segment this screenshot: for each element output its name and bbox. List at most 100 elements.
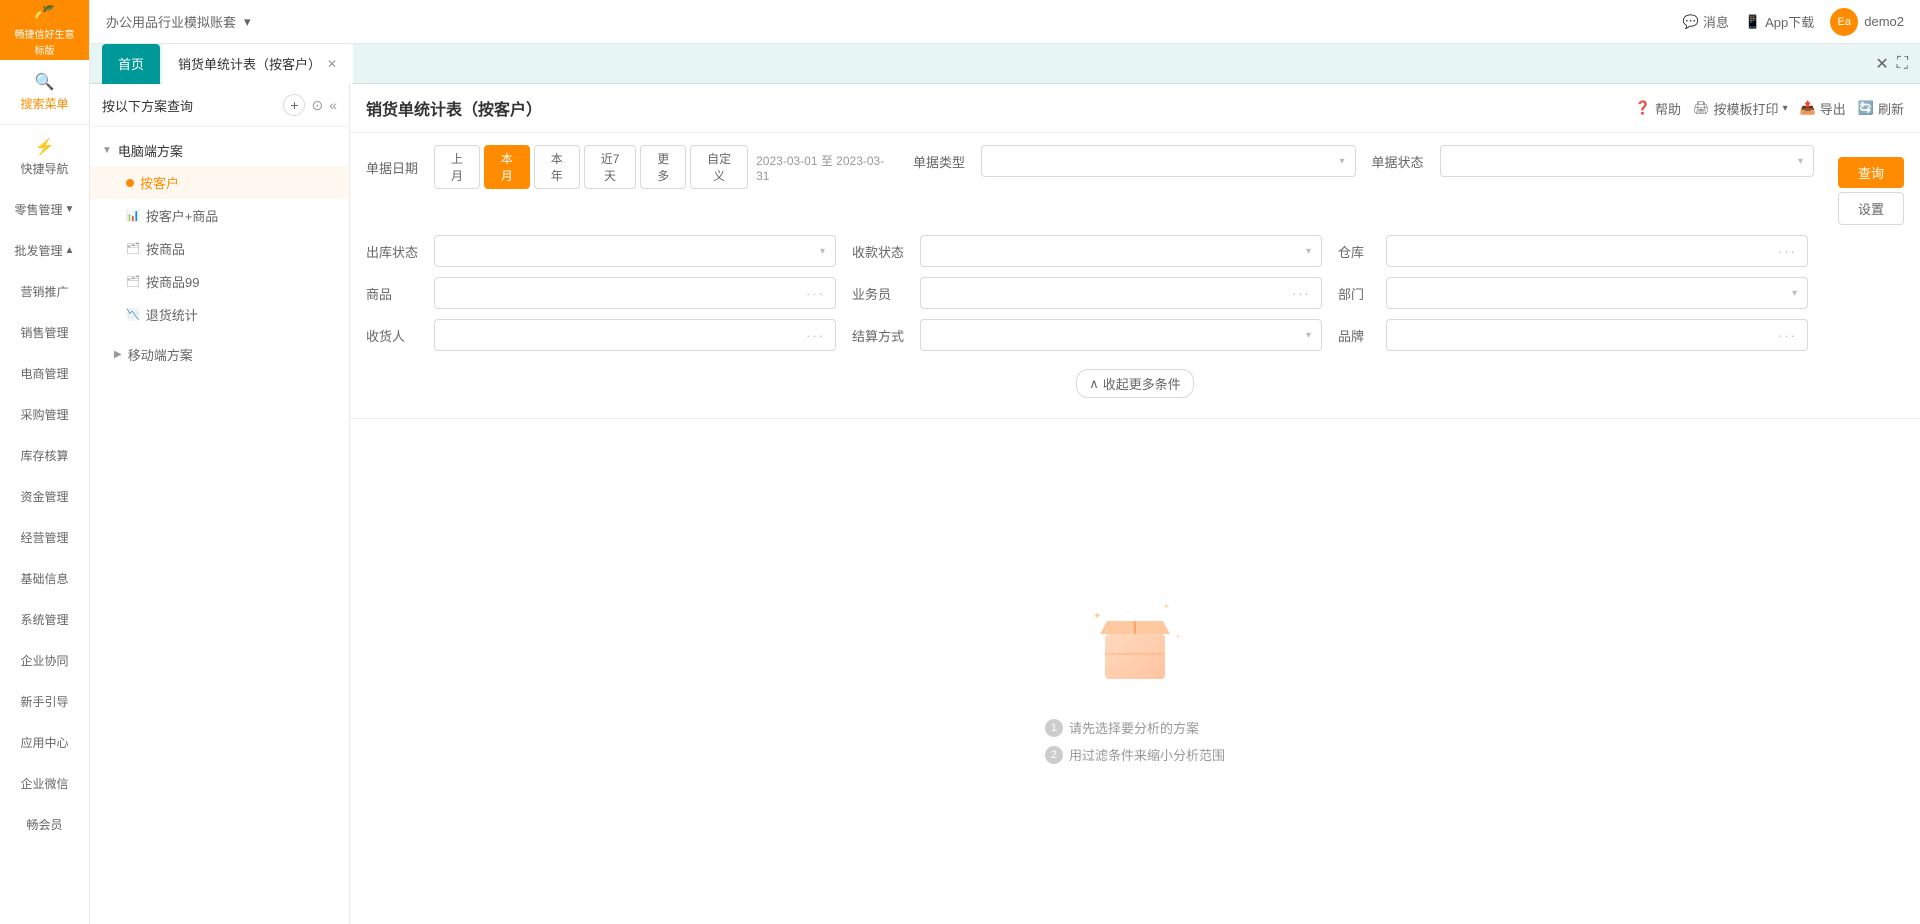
left-panel-title: 按以下方案查询	[102, 96, 193, 115]
settings-btn[interactable]: 设置	[1838, 192, 1904, 225]
page-actions: ❓ 帮助 🖨 按模板打印 ▾ 📤 导出 🔄 刷新	[1635, 99, 1904, 118]
enterprise-label: 企业协同	[20, 652, 68, 669]
export-icon: 📤	[1800, 100, 1816, 116]
sidebar-item-quick-nav[interactable]: ⚡ 快捷导航	[0, 125, 90, 189]
app-logo: 🍊 畅捷信好生意 标版	[0, 0, 90, 60]
collect-status-select[interactable]: ▾	[920, 235, 1322, 267]
sidebar-item-apps[interactable]: 应用中心	[0, 722, 90, 763]
empty-state: ✦ ✦ ✦ 1 请先选择要分析的方案 2 用过滤条件来缩小分析范围	[350, 419, 1920, 924]
sidebar-item-enterprise[interactable]: 企业协同	[0, 640, 90, 681]
date-custom-btn[interactable]: 自定义	[690, 145, 748, 189]
scheme-item-customer-product[interactable]: 📊 按客户+商品	[90, 199, 349, 232]
date-this-month-btn[interactable]: 本月	[484, 145, 530, 189]
tab-close-icon[interactable]: ✕	[327, 57, 337, 71]
svg-text:✦: ✦	[1093, 611, 1101, 622]
warehouse-dots: ···	[1778, 244, 1797, 259]
app-sub-label: 标版	[35, 42, 55, 57]
wechat-label: 企业微信	[20, 775, 68, 792]
help-label: 帮助	[1655, 99, 1681, 118]
top-header: 办公用品行业模拟账套 ▾ 💬 消息 📱 App下载 Ea demo2	[90, 0, 1920, 44]
settle-method-select[interactable]: ▾	[920, 319, 1322, 351]
mobile-scheme-label: 移动端方案	[128, 345, 193, 364]
sidebar: 🍊 畅捷信好生意 标版 🔍 搜索菜单 ⚡ 快捷导航 零售管理 ▼ 批发管理 ▲ …	[0, 0, 90, 924]
content-area: 按以下方案查询 + ⊙ « ▼ 电脑端方案 按客户 📊 按客户	[90, 84, 1920, 924]
inventory-label: 库存核算	[20, 447, 68, 464]
sidebar-item-basic[interactable]: 基础信息	[0, 558, 90, 599]
receiver-select[interactable]: ···	[434, 319, 836, 351]
goods-select[interactable]: ···	[434, 277, 836, 309]
tab-close-window-icon[interactable]: ✕	[1875, 54, 1888, 74]
header-right: 💬 消息 📱 App下载 Ea demo2	[1683, 8, 1904, 36]
right-content: 销货单统计表（按客户） ❓ 帮助 🖨 按模板打印 ▾ 📤 导出	[350, 84, 1920, 924]
by-product-99-icon: 🗂	[126, 275, 140, 288]
warehouse-select[interactable]: ···	[1386, 235, 1808, 267]
tab-fullscreen-icon[interactable]: ⛶	[1897, 55, 1908, 73]
sidebar-item-finance[interactable]: 资金管理	[0, 476, 90, 517]
return-label: 退货统计	[146, 305, 198, 324]
tab-home[interactable]: 首页	[102, 44, 160, 84]
export-btn[interactable]: 📤 导出	[1800, 99, 1846, 118]
collapse-panel-btn[interactable]: «	[329, 97, 337, 113]
page-title-bar: 销货单统计表（按客户） ❓ 帮助 🖨 按模板打印 ▾ 📤 导出	[350, 84, 1920, 133]
salesperson-select[interactable]: ···	[920, 277, 1322, 309]
desktop-scheme-section: ▼ 电脑端方案 按客户 📊 按客户+商品 🗂 按商品 🗂 按商品99	[90, 127, 349, 339]
order-status-arrow: ▾	[1798, 156, 1803, 167]
sidebar-item-wechat[interactable]: 企业微信	[0, 763, 90, 804]
brand-select[interactable]: ···	[1386, 319, 1808, 351]
out-status-select[interactable]: ▾	[434, 235, 836, 267]
date-last-month-btn[interactable]: 上月	[434, 145, 480, 189]
goods-dots: ···	[806, 286, 825, 301]
sidebar-item-marketing[interactable]: 营销推广	[0, 271, 90, 312]
sidebar-item-vip[interactable]: 畅会员	[0, 804, 90, 845]
quick-nav-icon: ⚡	[35, 137, 55, 157]
tab-sales-stat[interactable]: 销货单统计表（按客户） ✕	[162, 44, 353, 84]
add-scheme-btn[interactable]: +	[283, 94, 305, 116]
by-product-label: 按商品	[146, 239, 185, 258]
print-btn[interactable]: 🖨 按模板打印 ▾	[1693, 99, 1788, 118]
export-label: 导出	[1820, 99, 1846, 118]
sales-label: 销售管理	[20, 324, 68, 341]
tab-bar: 首页 销货单统计表（按客户） ✕ ✕ ⛶	[90, 44, 1920, 84]
query-btn[interactable]: 查询	[1838, 157, 1904, 188]
date-last-7-btn[interactable]: 近7天	[584, 145, 637, 189]
search-nav-label: 搜索菜单	[20, 95, 68, 112]
scheme-item-by-product-99[interactable]: 🗂 按商品99	[90, 265, 349, 298]
refresh-btn[interactable]: 🔄 刷新	[1858, 99, 1904, 118]
scheme-item-return[interactable]: 📉 退货统计	[90, 298, 349, 331]
user-info[interactable]: Ea demo2	[1830, 8, 1904, 36]
sidebar-item-guide[interactable]: 新手引导	[0, 681, 90, 722]
collapse-row: ∧ 收起更多条件	[366, 361, 1904, 406]
logo-icon: 🍊	[32, 4, 57, 29]
edit-scheme-btn[interactable]: ⊙	[311, 97, 323, 114]
date-this-year-btn[interactable]: 本年	[534, 145, 580, 189]
scheme-item-by-customer[interactable]: 按客户	[90, 166, 349, 199]
sidebar-item-system[interactable]: 系统管理	[0, 599, 90, 640]
scheme-item-by-product[interactable]: 🗂 按商品	[90, 232, 349, 265]
order-type-select[interactable]: ▾	[981, 145, 1356, 177]
sidebar-item-wholesale[interactable]: 批发管理 ▲	[0, 230, 90, 271]
basic-label: 基础信息	[20, 570, 68, 587]
sidebar-item-purchase[interactable]: 采购管理	[0, 394, 90, 435]
by-product-icon: 🗂	[126, 242, 140, 255]
department-select[interactable]: ▾	[1386, 277, 1808, 309]
mobile-scheme-header[interactable]: ▶ 移动端方案	[90, 339, 349, 370]
collapse-btn[interactable]: ∧ 收起更多条件	[1076, 369, 1194, 398]
operations-label: 经营管理	[20, 529, 68, 546]
date-more-btn[interactable]: 更多	[640, 145, 686, 189]
sidebar-item-retail[interactable]: 零售管理 ▼	[0, 189, 90, 230]
sidebar-item-sales[interactable]: 销售管理	[0, 312, 90, 353]
app-download-btn[interactable]: 📱 App下载	[1745, 12, 1814, 31]
sidebar-item-ecommerce[interactable]: 电商管理	[0, 353, 90, 394]
help-btn[interactable]: ❓ 帮助	[1635, 99, 1681, 118]
by-customer-active-dot	[126, 179, 134, 187]
sidebar-item-operations[interactable]: 经营管理	[0, 517, 90, 558]
order-type-arrow: ▾	[1339, 156, 1344, 167]
message-btn[interactable]: 💬 消息	[1683, 12, 1729, 31]
app-download-icon: 📱	[1745, 14, 1761, 30]
order-status-select[interactable]: ▾	[1440, 145, 1815, 177]
sidebar-item-inventory[interactable]: 库存核算	[0, 435, 90, 476]
desktop-scheme-header[interactable]: ▼ 电脑端方案	[90, 135, 349, 166]
date-label: 单据日期	[366, 158, 426, 177]
breadcrumb-arrow[interactable]: ▾	[244, 14, 251, 30]
sidebar-item-search[interactable]: 🔍 搜索菜单	[0, 60, 89, 125]
